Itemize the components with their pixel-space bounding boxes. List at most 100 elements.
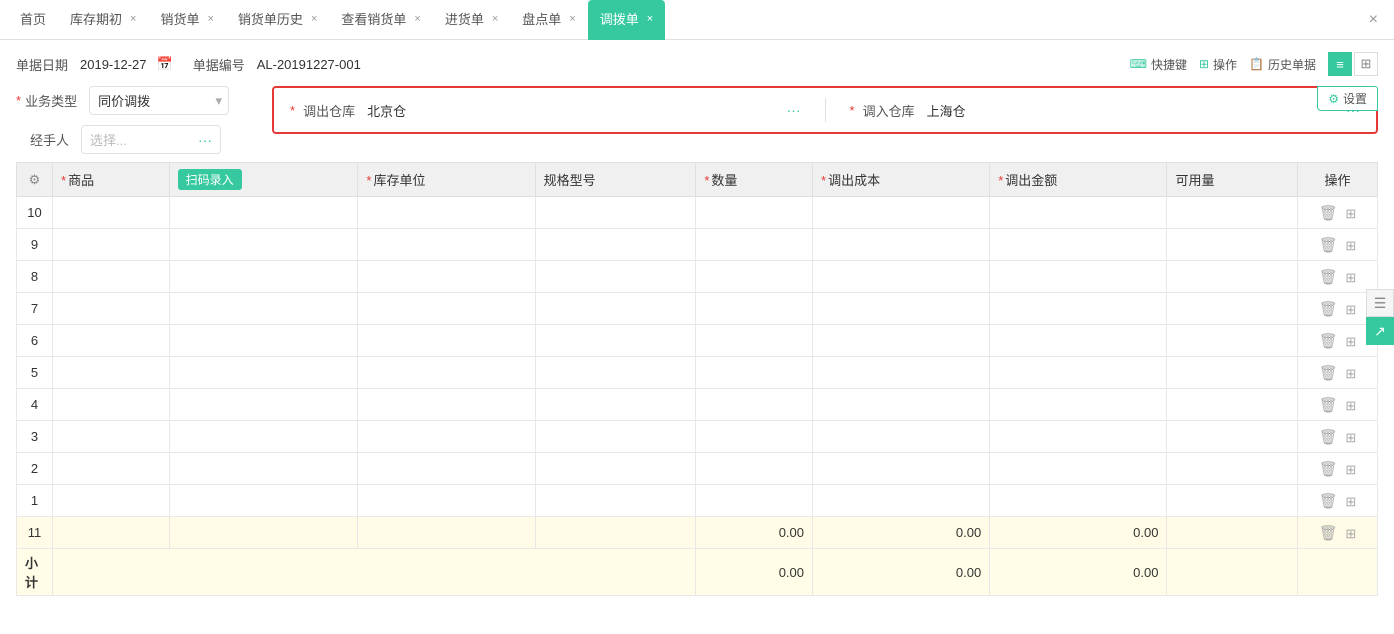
delete-icon-3[interactable]: 🗑 [1319,429,1338,446]
row-spec-1[interactable] [535,485,696,517]
scan-btn[interactable]: 扫码录入 [178,169,242,190]
close-tab-inventory-init[interactable]: × [130,13,136,25]
tab-view-sales[interactable]: 查看销货单 × [329,0,432,40]
row-cost-1[interactable] [813,485,990,517]
row-amount-8[interactable] [990,261,1167,293]
calendar-icon[interactable]: 📅 [157,56,173,72]
row-product-7[interactable] [53,293,170,325]
row-product-2[interactable] [53,453,170,485]
row-amount-4[interactable] [990,389,1167,421]
sidebar-export-btn[interactable]: ↗ [1366,317,1394,345]
delete-icon-8[interactable]: 🗑 [1319,269,1338,286]
row-product-3[interactable] [53,421,170,453]
tab-stocktake[interactable]: 盘点单 × [510,0,587,40]
row-qty-2[interactable] [696,453,813,485]
delete-icon-7[interactable]: 🗑 [1319,301,1338,318]
row-unit-1[interactable] [358,485,535,517]
row-unit-3[interactable] [358,421,535,453]
row-product-1[interactable] [53,485,170,517]
row-amount-6[interactable] [990,325,1167,357]
history-btn[interactable]: 📋 历史单据 [1249,56,1316,73]
row-product-6[interactable] [53,325,170,357]
handler-more-icon[interactable]: ··· [198,132,212,148]
delete-icon-2[interactable]: 🗑 [1319,461,1338,478]
copy-icon-8[interactable]: ⊞ [1345,270,1356,285]
handler-select[interactable]: 选择... ··· [81,125,221,154]
row-qty-5[interactable] [696,357,813,389]
close-tab-sales-order[interactable]: × [207,13,213,25]
row-product-8[interactable] [53,261,170,293]
row-spec-5[interactable] [535,357,696,389]
row-qty-3[interactable] [696,421,813,453]
copy-icon-2[interactable]: ⊞ [1345,462,1356,477]
copy-icon-6[interactable]: ⊞ [1345,334,1356,349]
row-product-9[interactable] [53,229,170,261]
tab-transfer[interactable]: 调拨单 × [588,0,665,40]
tab-home[interactable]: 首页 [8,0,58,40]
close-tab-view-sales[interactable]: × [414,13,420,25]
row-cost-7[interactable] [813,293,990,325]
row-unit-5[interactable] [358,357,535,389]
row-amount-10[interactable] [990,197,1167,229]
row-amount-5[interactable] [990,357,1167,389]
close-tab-purchase[interactable]: × [492,13,498,25]
row-unit-4[interactable] [358,389,535,421]
delete-icon-9[interactable]: 🗑 [1319,237,1338,254]
row-spec-4[interactable] [535,389,696,421]
tab-sales-history[interactable]: 销货单历史 × [226,0,329,40]
grid-view-btn[interactable]: ⊞ [1354,52,1378,76]
row-qty-9[interactable] [696,229,813,261]
row-cost-2[interactable] [813,453,990,485]
tab-sales-order[interactable]: 销货单 × [148,0,225,40]
row-product-5[interactable] [53,357,170,389]
row-spec-2[interactable] [535,453,696,485]
row-qty-6[interactable] [696,325,813,357]
row-cost-5[interactable] [813,357,990,389]
row-cost-10[interactable] [813,197,990,229]
close-all-tabs[interactable]: × [1361,11,1386,29]
copy-icon-7[interactable]: ⊞ [1345,302,1356,317]
copy-icon-5[interactable]: ⊞ [1345,366,1356,381]
delete-icon-6[interactable]: 🗑 [1319,333,1338,350]
row-spec-10[interactable] [535,197,696,229]
row-spec-7[interactable] [535,293,696,325]
row-cost-8[interactable] [813,261,990,293]
copy-icon-9[interactable]: ⊞ [1345,238,1356,253]
copy-icon-4[interactable]: ⊞ [1345,398,1356,413]
row-spec-6[interactable] [535,325,696,357]
row-spec-8[interactable] [535,261,696,293]
row-cost-9[interactable] [813,229,990,261]
row-spec-3[interactable] [535,421,696,453]
business-type-select[interactable]: 同价调拨 ▾ [89,86,229,115]
copy-icon-1[interactable]: ⊞ [1345,494,1356,509]
row-unit-6[interactable] [358,325,535,357]
delete-icon-10[interactable]: 🗑 [1319,205,1338,222]
row-qty-4[interactable] [696,389,813,421]
row-amount-3[interactable] [990,421,1167,453]
close-tab-transfer[interactable]: × [647,13,653,25]
row-qty-7[interactable] [696,293,813,325]
list-view-btn[interactable]: ≡ [1328,52,1352,76]
close-tab-sales-history[interactable]: × [311,13,317,25]
row-cost-4[interactable] [813,389,990,421]
row-product-10[interactable] [53,197,170,229]
row-qty-8[interactable] [696,261,813,293]
tab-purchase[interactable]: 进货单 × [433,0,510,40]
close-tab-stocktake[interactable]: × [569,13,575,25]
subtotal-copy-icon[interactable]: ⊞ [1345,526,1356,541]
row-cost-6[interactable] [813,325,990,357]
tab-inventory-init[interactable]: 库存期初 × [58,0,148,40]
delete-icon-5[interactable]: 🗑 [1319,365,1338,382]
row-cost-3[interactable] [813,421,990,453]
row-spec-9[interactable] [535,229,696,261]
row-amount-2[interactable] [990,453,1167,485]
warehouse-out-more-icon[interactable]: ··· [787,102,801,118]
row-amount-9[interactable] [990,229,1167,261]
copy-icon-3[interactable]: ⊞ [1345,430,1356,445]
operations-btn[interactable]: ⊞ 操作 [1199,56,1237,73]
copy-icon-10[interactable]: ⊞ [1345,206,1356,221]
sidebar-list-btn[interactable]: ☰ [1366,289,1394,317]
row-amount-7[interactable] [990,293,1167,325]
table-settings-icon[interactable]: ⚙ [29,172,41,187]
delete-icon-1[interactable]: 🗑 [1319,493,1338,510]
